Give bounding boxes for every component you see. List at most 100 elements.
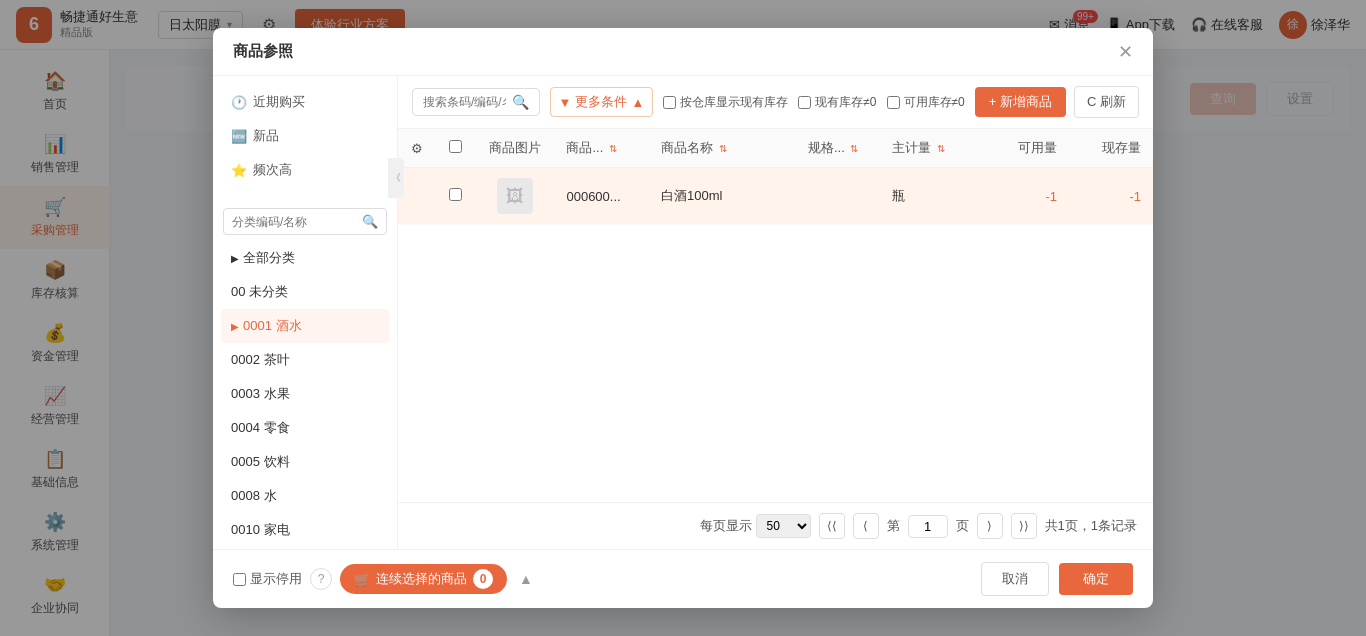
category-search-input[interactable] — [232, 215, 356, 229]
product-reference-dialog: 商品参照 ✕ 🕐 近期购买 🆕 新品 ⭐ 频次高 — [213, 28, 1153, 608]
category-tabs: 🕐 近期购买 🆕 新品 ⭐ 频次高 — [213, 86, 397, 186]
product-search-input[interactable] — [423, 95, 506, 109]
category-item-beverage[interactable]: 0005 饮料 — [221, 445, 389, 479]
warehouse-stock-input[interactable] — [663, 96, 676, 109]
category-item-uncategorized[interactable]: 00 未分类 — [221, 275, 389, 309]
th-checkbox — [436, 129, 475, 168]
sort-name-icon: ⇅ — [719, 143, 727, 154]
total-info: 共1页，1条记录 — [1045, 517, 1137, 535]
arrow-icon-all: ▶ — [231, 253, 239, 264]
more-filter-btn[interactable]: ▼ 更多条件 ▲ — [550, 87, 654, 117]
search-box: 🔍 — [412, 88, 540, 116]
category-item-fruit[interactable]: 0003 水果 — [221, 377, 389, 411]
th-spec[interactable]: 规格... ⇅ — [796, 129, 880, 168]
star-icon: ⭐ — [231, 163, 247, 178]
confirm-button[interactable]: 确定 — [1059, 563, 1133, 595]
category-item-liquor[interactable]: ▶ 0001 酒水 — [221, 309, 389, 343]
cart-icon: 🛒 — [354, 572, 370, 587]
th-code[interactable]: 商品... ⇅ — [554, 129, 649, 168]
warehouse-stock-label: 按仓库显示现有库存 — [680, 94, 788, 111]
page-number-input[interactable] — [908, 515, 948, 538]
row-image: 🖼 — [475, 168, 555, 225]
recent-purchase-tab[interactable]: 🕐 近期购买 — [221, 86, 389, 118]
collapse-panel-btn[interactable]: 《 — [388, 158, 404, 198]
th-available-label: 可用量 — [1018, 140, 1057, 155]
frequent-tab[interactable]: ⭐ 频次高 — [221, 154, 389, 186]
cart-count: 0 — [473, 569, 493, 589]
th-unit[interactable]: 主计量 ⇅ — [880, 129, 964, 168]
footer-left: 显示停用 ? 🛒 连续选择的商品 0 ▲ — [233, 564, 537, 594]
cart-badge-btn[interactable]: 🛒 连续选择的商品 0 — [340, 564, 507, 594]
product-unit: 瓶 — [892, 188, 905, 203]
toolbar: 🔍 ▼ 更多条件 ▲ 按仓库显示现有库存 现有库存≠0 — [398, 76, 1153, 129]
row-select-checkbox[interactable] — [449, 188, 462, 201]
content-panel: 🔍 ▼ 更多条件 ▲ 按仓库显示现有库存 现有库存≠0 — [398, 76, 1153, 549]
th-image-label: 商品图片 — [489, 140, 541, 155]
row-available: -1 — [964, 168, 1069, 225]
sort-spec-icon: ⇅ — [850, 143, 858, 154]
close-icon[interactable]: ✕ — [1118, 43, 1133, 61]
product-name: 白酒100ml — [661, 188, 722, 203]
next-page-btn[interactable]: ⟩ — [977, 513, 1003, 539]
category-item-water[interactable]: 0008 水 — [221, 479, 389, 513]
category-item-snack[interactable]: 0004 零食 — [221, 411, 389, 445]
dialog-overlay: 商品参照 ✕ 🕐 近期购买 🆕 新品 ⭐ 频次高 — [0, 0, 1366, 636]
category-label-all: 全部分类 — [243, 249, 295, 267]
product-available: -1 — [1045, 189, 1057, 204]
new-icon: 🆕 — [231, 129, 247, 144]
show-disabled-label: 显示停用 — [250, 570, 302, 588]
add-product-btn[interactable]: + 新增商品 — [975, 87, 1066, 117]
th-stock: 现存量 — [1069, 129, 1153, 168]
first-page-btn[interactable]: ⟨⟨ — [819, 513, 845, 539]
filter-icon: ▼ — [559, 95, 572, 110]
row-code: 000600... — [554, 168, 649, 225]
th-image: 商品图片 — [475, 129, 555, 168]
row-spec — [796, 168, 880, 225]
cancel-button[interactable]: 取消 — [981, 562, 1049, 596]
avail-stock-input[interactable] — [887, 96, 900, 109]
show-disabled-input[interactable] — [233, 573, 246, 586]
page-label: 第 — [887, 517, 900, 535]
th-available[interactable]: 可用量 — [964, 129, 1069, 168]
avail-stock-checkbox[interactable]: 可用库存≠0 — [887, 94, 965, 111]
category-item-tea[interactable]: 0002 茶叶 — [221, 343, 389, 377]
category-panel: 🕐 近期购买 🆕 新品 ⭐ 频次高 🔍 — [213, 76, 398, 549]
chevron-up-icon: ▲ — [631, 95, 644, 110]
category-label-liquor: 0001 酒水 — [243, 317, 302, 335]
select-all-checkbox[interactable] — [449, 140, 462, 153]
new-product-label: 新品 — [253, 127, 279, 145]
pagination-bar: 每页显示 20 50 100 ⟨⟨ ⟨ 第 页 ⟩ ⟩⟩ 共1页，1条记录 — [398, 502, 1153, 549]
prev-page-btn[interactable]: ⟨ — [853, 513, 879, 539]
last-page-btn[interactable]: ⟩⟩ — [1011, 513, 1037, 539]
th-name-label: 商品名称 — [661, 140, 713, 155]
product-code: 000600... — [566, 189, 620, 204]
arrow-icon-liquor: ▶ — [231, 321, 239, 332]
footer-collapse-arrow[interactable]: ▲ — [515, 567, 537, 591]
page-size-select: 每页显示 20 50 100 — [700, 514, 811, 538]
new-product-tab[interactable]: 🆕 新品 — [221, 120, 389, 152]
dialog-header: 商品参照 ✕ — [213, 28, 1153, 76]
category-item-all[interactable]: ▶ 全部分类 — [221, 241, 389, 275]
dialog-body: 🕐 近期购买 🆕 新品 ⭐ 频次高 🔍 — [213, 76, 1153, 549]
show-disabled-checkbox[interactable]: 显示停用 — [233, 570, 302, 588]
category-label-uncategorized: 00 未分类 — [231, 283, 288, 301]
refresh-btn[interactable]: C 刷新 — [1074, 86, 1139, 118]
category-label-beverage: 0005 饮料 — [231, 453, 290, 471]
warehouse-stock-checkbox[interactable]: 按仓库显示现有库存 — [663, 94, 788, 111]
page-size-label: 每页显示 — [700, 517, 752, 535]
category-item-appliance[interactable]: 0010 家电 — [221, 513, 389, 547]
dialog-footer: 显示停用 ? 🛒 连续选择的商品 0 ▲ 取消 确定 — [213, 549, 1153, 608]
current-stock-input[interactable] — [798, 96, 811, 109]
current-stock-checkbox[interactable]: 现有库存≠0 — [798, 94, 876, 111]
th-name[interactable]: 商品名称 ⇅ — [649, 129, 796, 168]
search-icon[interactable]: 🔍 — [512, 94, 529, 110]
row-checkbox[interactable] — [436, 168, 475, 225]
table-row[interactable]: 🖼 000600... 白酒100ml — [398, 168, 1153, 225]
row-stock: -1 — [1069, 168, 1153, 225]
category-search-icon[interactable]: 🔍 — [362, 214, 378, 229]
help-icon[interactable]: ? — [310, 568, 332, 590]
chevron-left-icon: 《 — [391, 171, 401, 185]
product-stock: -1 — [1129, 189, 1141, 204]
page-size-dropdown[interactable]: 20 50 100 — [756, 514, 811, 538]
th-code-label: 商品... — [566, 140, 603, 155]
